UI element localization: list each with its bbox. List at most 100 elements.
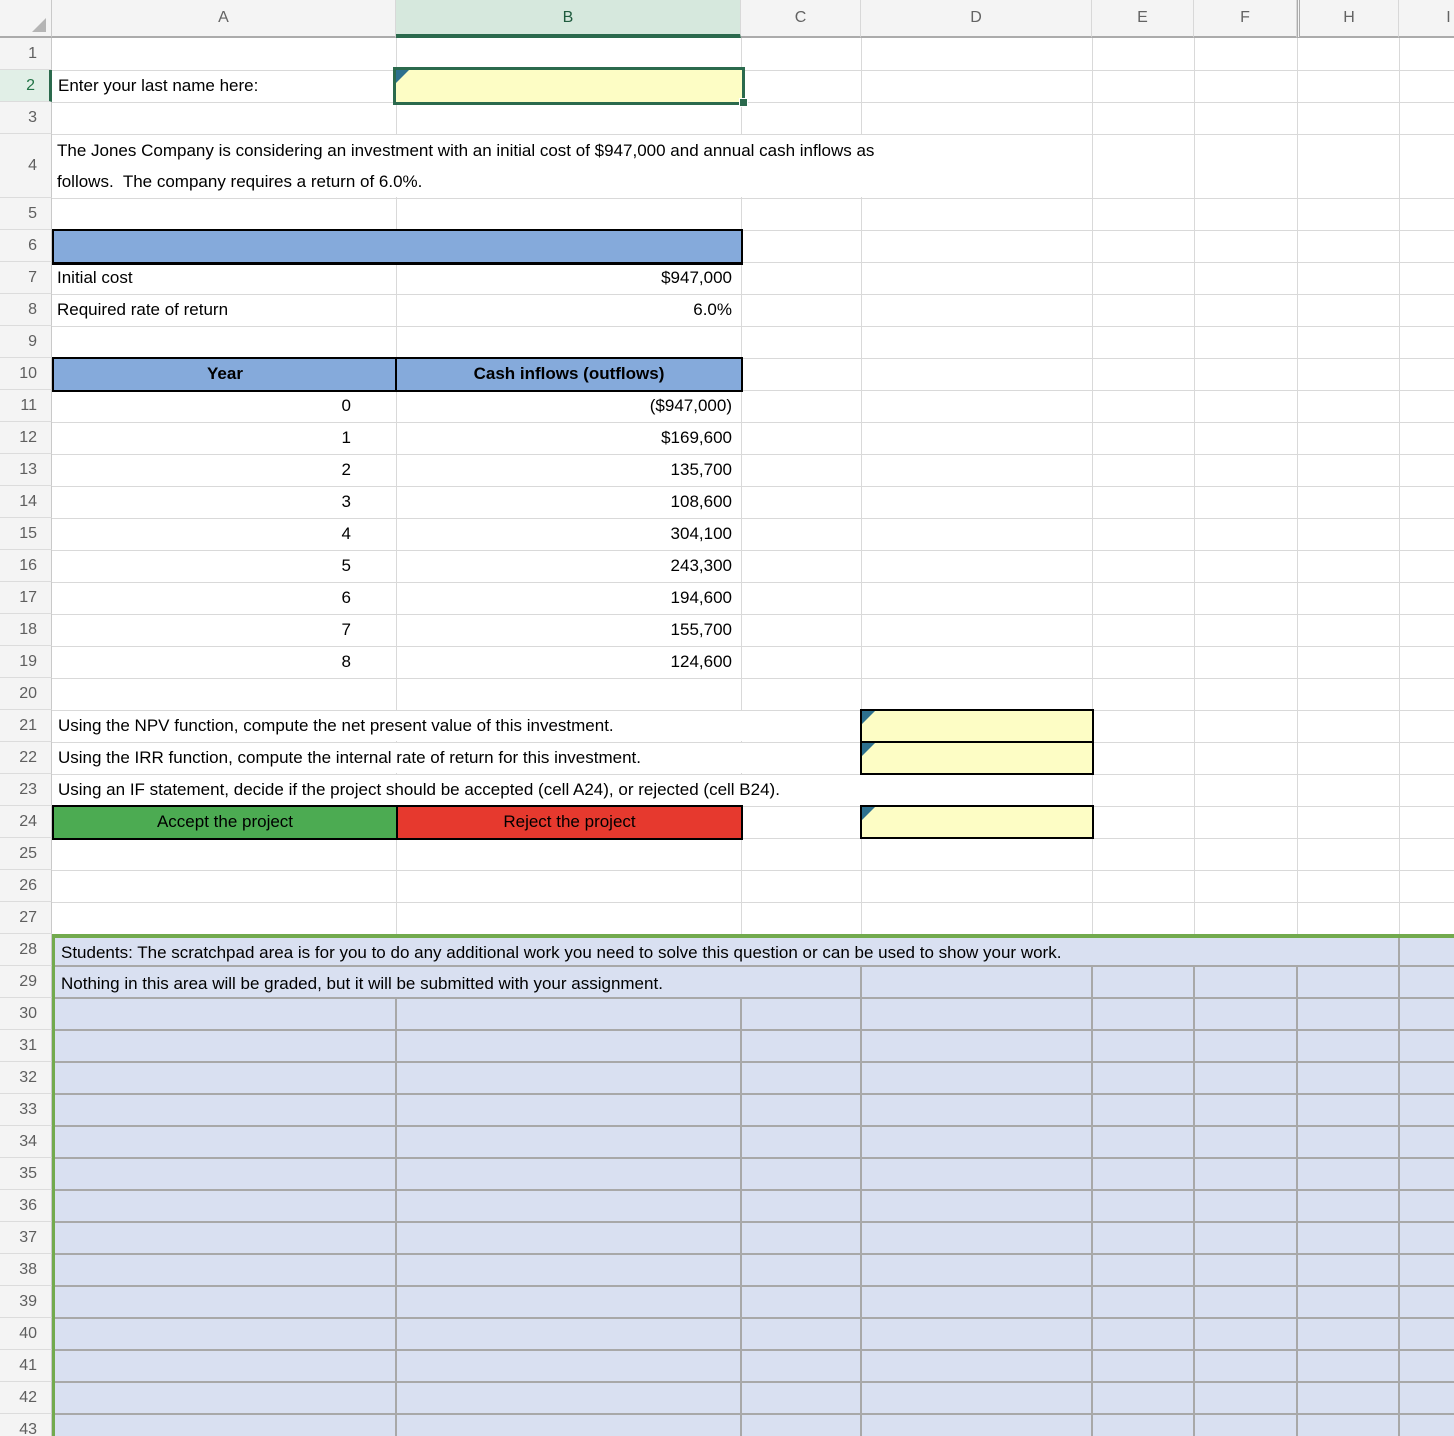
cashflow-cell-7[interactable]: 155,700 — [396, 614, 741, 646]
initial-cost-label[interactable]: Initial cost — [52, 262, 396, 294]
npv-answer-cell[interactable] — [860, 709, 1094, 743]
row-header-14[interactable]: 14 — [0, 486, 52, 518]
row-header-28[interactable]: 28 — [0, 934, 52, 966]
row-header-19[interactable]: 19 — [0, 646, 52, 678]
column-header-A[interactable]: A — [52, 0, 396, 38]
irr-question-text[interactable]: Using the IRR function, compute the inte… — [53, 743, 843, 773]
scratch-gridline — [1193, 998, 1195, 1436]
row-header-23[interactable]: 23 — [0, 774, 52, 806]
row-header-4[interactable]: 4 — [0, 134, 52, 198]
cashflow-cell-6[interactable]: 194,600 — [396, 582, 741, 614]
scratchpad-note-line-2: Nothing in this area will be graded, but… — [61, 974, 663, 993]
row-header-10[interactable]: 10 — [0, 358, 52, 390]
column-header-F[interactable]: F — [1194, 0, 1297, 38]
year-cell-2[interactable]: 2 — [52, 454, 396, 486]
cashflow-cell-2[interactable]: 135,700 — [396, 454, 741, 486]
year-cell-6[interactable]: 6 — [52, 582, 396, 614]
row-header-6[interactable]: 6 — [0, 230, 52, 262]
row-header-22[interactable]: 22 — [0, 742, 52, 774]
row-header-42[interactable]: 42 — [0, 1382, 52, 1414]
row-header-41[interactable]: 41 — [0, 1350, 52, 1382]
scratchpad-left-border — [52, 934, 55, 1436]
row-header-15[interactable]: 15 — [0, 518, 52, 550]
cashflow-cell-8[interactable]: 124,600 — [396, 646, 741, 678]
required-return-value[interactable]: 6.0% — [396, 294, 741, 326]
irr-answer-cell[interactable] — [860, 741, 1094, 775]
row-header-17[interactable]: 17 — [0, 582, 52, 614]
last-name-prompt-label[interactable]: Enter your last name here: — [53, 70, 396, 102]
column-header-I[interactable]: I — [1399, 0, 1454, 38]
year-cell-7[interactable]: 7 — [52, 614, 396, 646]
scratchpad-area[interactable]: Students: The scratchpad area is for you… — [52, 934, 1454, 1436]
accept-project-cell[interactable]: Accept the project — [52, 805, 398, 840]
row-header-7[interactable]: 7 — [0, 262, 52, 294]
scratch-gridline — [52, 1413, 1454, 1415]
scratchpad-note-line-1: Students: The scratchpad area is for you… — [61, 943, 1062, 962]
year-cell-0[interactable]: 0 — [52, 390, 396, 422]
year-column-header[interactable]: Year — [52, 357, 398, 392]
initial-cost-value[interactable]: $947,000 — [396, 262, 741, 294]
intro-paragraph[interactable]: The Jones Company is considering an inve… — [53, 135, 1089, 197]
row-header-16[interactable]: 16 — [0, 550, 52, 582]
cashflow-column-header[interactable]: Cash inflows (outflows) — [395, 357, 743, 392]
row-header-12[interactable]: 12 — [0, 422, 52, 454]
row-header-25[interactable]: 25 — [0, 838, 52, 870]
fill-handle[interactable] — [739, 98, 748, 107]
row-header-32[interactable]: 32 — [0, 1062, 52, 1094]
row-header-34[interactable]: 34 — [0, 1126, 52, 1158]
row-header-27[interactable]: 27 — [0, 902, 52, 934]
row-header-31[interactable]: 31 — [0, 1030, 52, 1062]
row-header-39[interactable]: 39 — [0, 1286, 52, 1318]
column-header-C[interactable]: C — [741, 0, 861, 38]
column-header-D[interactable]: D — [861, 0, 1092, 38]
row-header-24[interactable]: 24 — [0, 806, 52, 838]
column-header-H[interactable]: H — [1297, 0, 1399, 38]
cashflow-cell-0[interactable]: ($947,000) — [396, 390, 741, 422]
row-header-13[interactable]: 13 — [0, 454, 52, 486]
row-header-18[interactable]: 18 — [0, 614, 52, 646]
row-header-26[interactable]: 26 — [0, 870, 52, 902]
reject-project-cell[interactable]: Reject the project — [396, 805, 743, 840]
if-question-text[interactable]: Using an IF statement, decide if the pro… — [53, 775, 968, 805]
row-header-29[interactable]: 29 — [0, 966, 52, 998]
row-header-9[interactable]: 9 — [0, 326, 52, 358]
row-header-30[interactable]: 30 — [0, 998, 52, 1030]
row-header-35[interactable]: 35 — [0, 1158, 52, 1190]
year-cell-3[interactable]: 3 — [52, 486, 396, 518]
row-header-37[interactable]: 37 — [0, 1222, 52, 1254]
select-all-triangle-icon — [32, 18, 46, 32]
year-cell-5[interactable]: 5 — [52, 550, 396, 582]
last-name-input-cell[interactable] — [393, 67, 745, 105]
gridline — [52, 102, 1454, 103]
required-return-label[interactable]: Required rate of return — [52, 294, 396, 326]
gridline — [52, 902, 1454, 903]
row-header-3[interactable]: 3 — [0, 102, 52, 134]
row-header-2[interactable]: 2 — [0, 70, 52, 102]
row-header-38[interactable]: 38 — [0, 1254, 52, 1286]
row-header-1[interactable]: 1 — [0, 38, 52, 70]
row-header-5[interactable]: 5 — [0, 198, 52, 230]
year-cell-4[interactable]: 4 — [52, 518, 396, 550]
cashflow-cell-3[interactable]: 108,600 — [396, 486, 741, 518]
row-header-8[interactable]: 8 — [0, 294, 52, 326]
npv-question-text[interactable]: Using the NPV function, compute the net … — [53, 711, 803, 741]
cashflow-cell-1[interactable]: $169,600 — [396, 422, 741, 454]
scratch-gridline — [860, 998, 862, 1436]
row-header-36[interactable]: 36 — [0, 1190, 52, 1222]
scratch-gridline — [52, 1253, 1454, 1255]
column-header-E[interactable]: E — [1092, 0, 1194, 38]
decision-answer-cell[interactable] — [860, 805, 1094, 839]
row-header-33[interactable]: 33 — [0, 1094, 52, 1126]
year-cell-1[interactable]: 1 — [52, 422, 396, 454]
column-header-B[interactable]: B — [396, 0, 741, 38]
row-header-20[interactable]: 20 — [0, 678, 52, 710]
cashflow-cell-4[interactable]: 304,100 — [396, 518, 741, 550]
cashflow-cell-5[interactable]: 243,300 — [396, 550, 741, 582]
blue-band-cell[interactable] — [52, 229, 743, 265]
row-header-11[interactable]: 11 — [0, 390, 52, 422]
year-cell-8[interactable]: 8 — [52, 646, 396, 678]
row-header-43[interactable]: 43 — [0, 1414, 52, 1436]
row-header-21[interactable]: 21 — [0, 710, 52, 742]
select-all-corner[interactable] — [0, 0, 52, 38]
row-header-40[interactable]: 40 — [0, 1318, 52, 1350]
